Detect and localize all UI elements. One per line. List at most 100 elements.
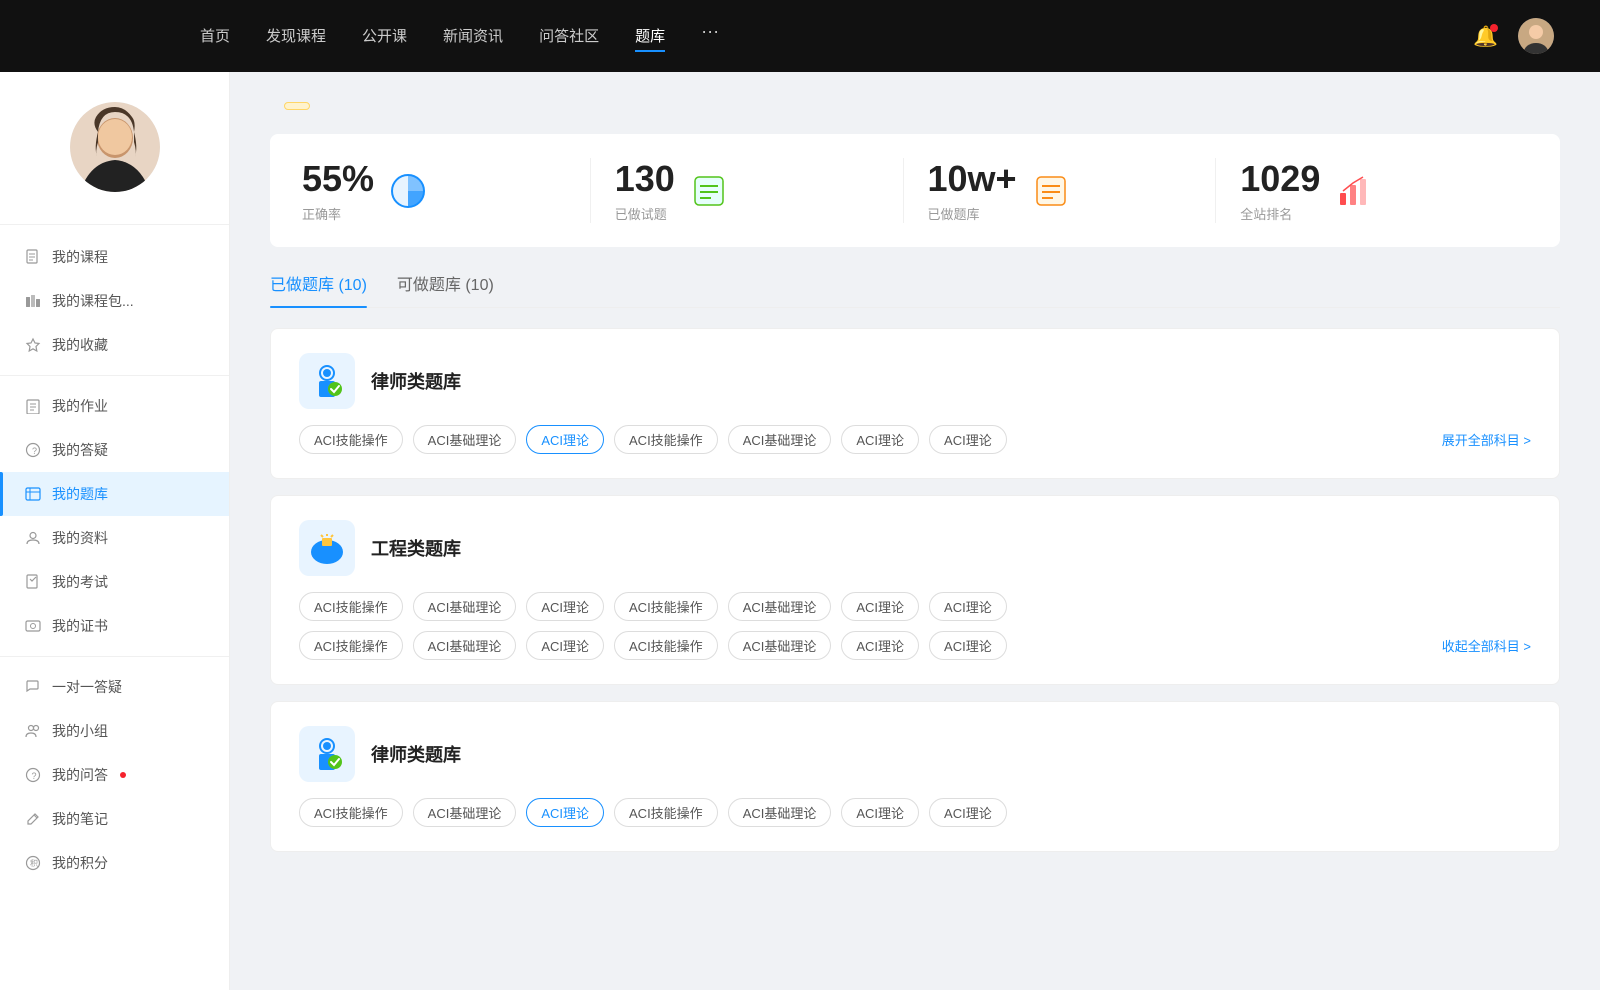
sidebar-item-my-answers[interactable]: ? 我的问答	[0, 753, 229, 797]
sidebar-item-my-points[interactable]: 积 我的积分	[0, 841, 229, 885]
stat-item-已做题库: 10w+ 已做题库	[904, 158, 1217, 223]
nav-link-公开课[interactable]: 公开课	[362, 21, 407, 52]
tag-engineer-0-0[interactable]: ACI技能操作	[299, 592, 403, 621]
tabs-bar: 已做题库 (10) 可做题库 (10)	[270, 271, 1560, 308]
nav-link-新闻资讯[interactable]: 新闻资讯	[443, 21, 503, 52]
my-answers-icon: ?	[24, 766, 42, 784]
qbank-header-lawyer2: 律师类题库	[299, 726, 1531, 782]
tag-engineer-0-1[interactable]: ACI基础理论	[413, 592, 517, 621]
tag-lawyer2-0-0[interactable]: ACI技能操作	[299, 798, 403, 827]
tag-engineer-1-4[interactable]: ACI基础理论	[728, 631, 832, 660]
sidebar-item-one-on-one[interactable]: 一对一答疑	[0, 665, 229, 709]
nav-more[interactable]: ···	[701, 21, 719, 52]
qbank-header-engineer: 工程类题库	[299, 520, 1531, 576]
tag-engineer-1-6[interactable]: ACI理论	[929, 631, 1007, 660]
qbank-title-lawyer1: 律师类题库	[371, 368, 461, 394]
tag-engineer-1-1[interactable]: ACI基础理论	[413, 631, 517, 660]
my-notes-icon	[24, 810, 42, 828]
tag-lawyer1-0-3[interactable]: ACI技能操作	[614, 425, 718, 454]
tag-engineer-0-2[interactable]: ACI理论	[526, 592, 604, 621]
tag-lawyer2-0-1[interactable]: ACI基础理论	[413, 798, 517, 827]
tag-engineer-0-4[interactable]: ACI基础理论	[728, 592, 832, 621]
tag-lawyer1-0-0[interactable]: ACI技能操作	[299, 425, 403, 454]
qbank-card-lawyer1: 律师类题库ACI技能操作ACI基础理论ACI理论ACI技能操作ACI基础理论AC…	[270, 328, 1560, 479]
sidebar-item-my-group[interactable]: 我的小组	[0, 709, 229, 753]
divider2	[0, 656, 229, 657]
tag-lawyer2-0-2[interactable]: ACI理论	[526, 798, 604, 827]
lawyer-icon	[299, 353, 355, 409]
svg-text:?: ?	[32, 446, 37, 456]
tag-lawyer1-0-2[interactable]: ACI理论	[526, 425, 604, 454]
stat-item-正确率: 55%正确率	[302, 158, 591, 223]
tag-engineer-1-0[interactable]: ACI技能操作	[299, 631, 403, 660]
collapse-link-engineer[interactable]: 收起全部科目 >	[1442, 636, 1531, 655]
my-favorites-icon	[24, 336, 42, 354]
stat-label: 正确率	[302, 204, 374, 223]
sidebar-item-my-questions[interactable]: ?我的答疑	[0, 428, 229, 472]
qbank-card-engineer: 工程类题库ACI技能操作ACI基础理论ACI理论ACI技能操作ACI基础理论AC…	[270, 495, 1560, 685]
nav-link-首页[interactable]: 首页	[200, 21, 230, 52]
tag-engineer-0-3[interactable]: ACI技能操作	[614, 592, 718, 621]
svg-text:积: 积	[30, 858, 38, 868]
sidebar-item-my-notes[interactable]: 我的笔记	[0, 797, 229, 841]
tab-0[interactable]: 已做题库 (10)	[270, 271, 367, 307]
tag-engineer-1-3[interactable]: ACI技能操作	[614, 631, 718, 660]
navbar: 首页 发现课程 公开课 新闻资讯 问答社区 题库 ··· 🔔	[0, 0, 1600, 72]
my-answers-label: 我的问答	[52, 765, 108, 785]
avatar	[1518, 18, 1554, 54]
avatar-wrapper[interactable]	[1518, 18, 1560, 54]
my-homework-icon	[24, 397, 42, 415]
qbank-title-lawyer2: 律师类题库	[371, 741, 461, 767]
stat-icon-list-green	[689, 171, 729, 211]
qbank-tags-lawyer1: ACI技能操作 ACI基础理论 ACI理论 ACI技能操作 ACI基础理论 ACI理论 AC…	[299, 425, 1531, 454]
trial-badge	[284, 102, 310, 110]
user-section	[0, 102, 229, 225]
bell-icon[interactable]: 🔔	[1473, 24, 1498, 49]
my-group-label: 我的小组	[52, 721, 108, 741]
tag-lawyer1-0-4[interactable]: ACI基础理论	[728, 425, 832, 454]
tag-lawyer1-0-6[interactable]: ACI理论	[929, 425, 1007, 454]
content: 55%正确率130已做试题10w+已做题库1029全站排名 已做题库 (10)可…	[230, 72, 1600, 990]
sidebar-item-my-courses[interactable]: 我的课程	[0, 235, 229, 279]
nav-link-发现课程[interactable]: 发现课程	[266, 21, 326, 52]
tag-lawyer2-0-4[interactable]: ACI基础理论	[728, 798, 832, 827]
tab-1[interactable]: 可做题库 (10)	[397, 271, 494, 307]
stat-label: 全站排名	[1240, 204, 1320, 223]
my-answers-dot	[120, 772, 126, 778]
page-header	[270, 102, 1560, 110]
nav-link-题库[interactable]: 题库	[635, 21, 665, 52]
tag-lawyer2-0-3[interactable]: ACI技能操作	[614, 798, 718, 827]
tag-lawyer2-0-6[interactable]: ACI理论	[929, 798, 1007, 827]
tag-lawyer1-0-1[interactable]: ACI基础理论	[413, 425, 517, 454]
my-notes-label: 我的笔记	[52, 809, 108, 829]
sidebar-item-my-packages[interactable]: 我的课程包...	[0, 279, 229, 323]
my-exams-icon	[24, 573, 42, 591]
tags-row-engineer-0: ACI技能操作 ACI基础理论 ACI理论 ACI技能操作 ACI基础理论 ACI理论 AC…	[299, 592, 1531, 621]
my-points-label: 我的积分	[52, 853, 108, 873]
expand-link-lawyer1[interactable]: 展开全部科目 >	[1442, 430, 1531, 449]
qbank-card-lawyer2: 律师类题库 ACI技能操作 ACI基础理论 ACI理论 ACI技能操作 ACI基础理论 AC…	[270, 701, 1560, 852]
tag-engineer-0-5[interactable]: ACI理论	[841, 592, 919, 621]
tag-engineer-1-2[interactable]: ACI理论	[526, 631, 604, 660]
nav-link-问答社区[interactable]: 问答社区	[539, 21, 599, 52]
sidebar-item-my-homework[interactable]: 我的作业	[0, 384, 229, 428]
qbank-list: 律师类题库ACI技能操作ACI基础理论ACI理论ACI技能操作ACI基础理论AC…	[270, 328, 1560, 852]
stat-icon-list-orange	[1031, 171, 1071, 211]
tag-engineer-0-6[interactable]: ACI理论	[929, 592, 1007, 621]
qbank-tags-engineer: ACI技能操作 ACI基础理论 ACI理论 ACI技能操作 ACI基础理论 ACI理论 AC…	[299, 592, 1531, 660]
tag-lawyer2-0-5[interactable]: ACI理论	[841, 798, 919, 827]
my-certs-label: 我的证书	[52, 616, 108, 636]
sidebar-item-my-qbank[interactable]: 我的题库	[0, 472, 229, 516]
bell-dot	[1490, 24, 1498, 32]
sidebar-item-my-certs[interactable]: 我的证书	[0, 604, 229, 648]
my-courses-label: 我的课程	[52, 247, 108, 267]
stat-label: 已做题库	[928, 204, 1017, 223]
sidebar-item-my-favorites[interactable]: 我的收藏	[0, 323, 229, 367]
tag-lawyer1-0-5[interactable]: ACI理论	[841, 425, 919, 454]
sidebar-item-my-exams[interactable]: 我的考试	[0, 560, 229, 604]
user-avatar	[70, 102, 160, 192]
sidebar-item-my-profile[interactable]: 我的资料	[0, 516, 229, 560]
stat-value: 10w+	[928, 158, 1017, 200]
tag-engineer-1-5[interactable]: ACI理论	[841, 631, 919, 660]
my-qbank-label: 我的题库	[52, 484, 108, 504]
